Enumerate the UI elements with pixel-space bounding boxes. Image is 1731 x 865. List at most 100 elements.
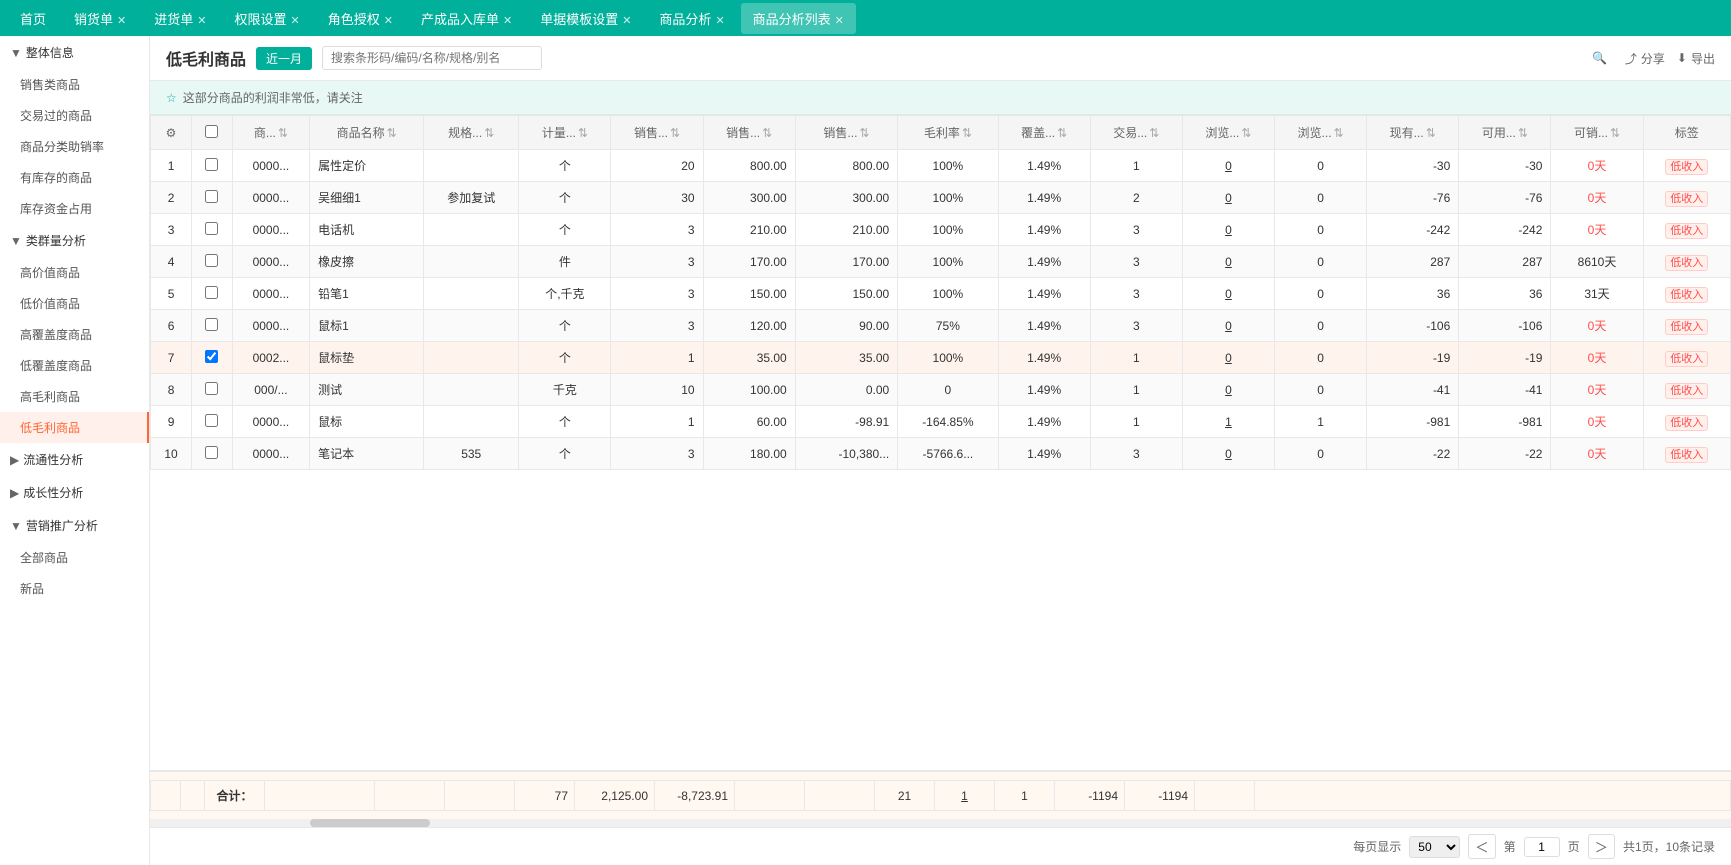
sidebar-item-high-coverage[interactable]: 高覆盖度商品 <box>0 319 149 350</box>
next-page-btn[interactable]: ＞ <box>1588 834 1615 859</box>
col-sale-amt2[interactable]: 销售...⇅ <box>795 116 897 150</box>
search-input[interactable] <box>322 46 542 70</box>
row-spec-7 <box>424 374 519 406</box>
row-checkbox-8[interactable] <box>192 406 233 438</box>
date-filter-btn[interactable]: 近一月 <box>256 47 312 70</box>
sidebar-item-capital-usage[interactable]: 库存资金占用 <box>0 193 149 224</box>
row-browse2-5: 0 <box>1275 310 1367 342</box>
col-tx-count[interactable]: 交易...⇅ <box>1090 116 1182 150</box>
row-browse1-8[interactable]: 1 <box>1182 406 1274 438</box>
share-btn[interactable]: ⤴ 分享 <box>1625 50 1665 67</box>
col-gross-rate[interactable]: 毛利率⇅ <box>898 116 998 150</box>
col-name[interactable]: 商品名称⇅ <box>310 116 424 150</box>
sidebar-item-low-coverage[interactable]: 低覆盖度商品 <box>0 350 149 381</box>
sidebar-item-all-goods[interactable]: 全部商品 <box>0 542 149 573</box>
row-browse1-5[interactable]: 0 <box>1182 310 1274 342</box>
sidebar-item-new-goods[interactable]: 新品 <box>0 573 149 604</box>
nav-roles[interactable]: 角色授权✕ <box>316 3 405 34</box>
horizontal-scrollbar[interactable] <box>150 819 1731 827</box>
row-checkbox-2[interactable] <box>192 214 233 246</box>
row-checkbox-0[interactable] <box>192 150 233 182</box>
page-size-select[interactable]: 50 20 100 <box>1409 836 1460 858</box>
row-tx-count-9: 3 <box>1090 438 1182 470</box>
col-sale-qty[interactable]: 销售...⇅ <box>611 116 703 150</box>
row-browse1-1[interactable]: 0 <box>1182 182 1274 214</box>
export-btn[interactable]: ⬇ 导出 <box>1677 50 1715 67</box>
row-browse1-2[interactable]: 0 <box>1182 214 1274 246</box>
scrollbar-thumb[interactable] <box>310 819 430 827</box>
col-tag[interactable]: 标签 <box>1643 116 1730 150</box>
sidebar-group-flow[interactable]: ▶ 流通性分析 <box>0 443 149 476</box>
sidebar-item-sales-goods[interactable]: 销售类商品 <box>0 69 149 100</box>
sidebar-item-category-rate[interactable]: 商品分类助销率 <box>0 131 149 162</box>
row-gross-rate-2: 100% <box>898 214 998 246</box>
row-checkbox-6[interactable] <box>192 342 233 374</box>
nav-product-analysis-list[interactable]: 商品分析列表✕ <box>741 3 856 34</box>
sidebar-item-traded-goods[interactable]: 交易过的商品 <box>0 100 149 131</box>
sidebar-group-marketing[interactable]: ▼ 营销推广分析 <box>0 509 149 542</box>
row-checkbox-9[interactable] <box>192 438 233 470</box>
page-header: 低毛利商品 近一月 🔍 ⤴ 分享 ⬇ 导出 <box>150 36 1731 81</box>
row-checkbox-3[interactable] <box>192 246 233 278</box>
col-unit[interactable]: 计量...⇅ <box>519 116 611 150</box>
select-all-checkbox[interactable] <box>205 125 218 138</box>
sidebar-item-low-value[interactable]: 低价值商品 <box>0 288 149 319</box>
sidebar-item-low-margin[interactable]: 低毛利商品 <box>0 412 149 443</box>
col-browse1[interactable]: 浏览...⇅ <box>1182 116 1274 150</box>
row-spec-4 <box>424 278 519 310</box>
sidebar-group-cluster[interactable]: ▼ 类群量分析 <box>0 224 149 257</box>
col-checkbox[interactable] <box>192 116 233 150</box>
sidebar-group-growth[interactable]: ▶ 成长性分析 <box>0 476 149 509</box>
col-cover-rate[interactable]: 覆盖...⇅ <box>998 116 1090 150</box>
sidebar-item-high-value[interactable]: 高价值商品 <box>0 257 149 288</box>
row-gross-rate-8: -164.85% <box>898 406 998 438</box>
row-browse1-7[interactable]: 0 <box>1182 374 1274 406</box>
sidebar-item-stocked-goods[interactable]: 有库存的商品 <box>0 162 149 193</box>
row-browse1-0[interactable]: 0 <box>1182 150 1274 182</box>
row-tx-count-4: 3 <box>1090 278 1182 310</box>
table-row: 1 <box>151 150 192 182</box>
row-checkbox-4[interactable] <box>192 278 233 310</box>
col-code[interactable]: 商...⇅ <box>232 116 310 150</box>
row-code-5: 0000... <box>232 310 310 342</box>
row-available-6: -19 <box>1459 342 1551 374</box>
sidebar-group-overview[interactable]: ▼ 整体信息 <box>0 36 149 69</box>
row-browse1-9[interactable]: 0 <box>1182 438 1274 470</box>
nav-template[interactable]: 单据模板设置✕ <box>528 3 643 34</box>
row-tag-5: 低收入 <box>1643 310 1730 342</box>
page-number-input[interactable] <box>1524 837 1560 857</box>
row-name-6: 鼠标垫 <box>310 342 424 374</box>
row-browse1-6[interactable]: 0 <box>1182 342 1274 374</box>
nav-product-analysis[interactable]: 商品分析✕ <box>647 3 736 34</box>
row-checkbox-5[interactable] <box>192 310 233 342</box>
prev-page-btn[interactable]: ＜ <box>1468 834 1495 859</box>
row-gross-rate-7: 0 <box>898 374 998 406</box>
total-info: 共1页，10条记录 <box>1623 838 1715 855</box>
col-sale-amt1[interactable]: 销售...⇅ <box>703 116 795 150</box>
data-table-container[interactable]: ⚙ 商...⇅ 商品名称⇅ 规格...⇅ 计量...⇅ 销售...⇅ 销售...… <box>150 115 1731 770</box>
nav-purchase[interactable]: 进货单✕ <box>142 3 218 34</box>
row-browse1-3[interactable]: 0 <box>1182 246 1274 278</box>
col-available[interactable]: 可用...⇅ <box>1459 116 1551 150</box>
row-checkbox-7[interactable] <box>192 374 233 406</box>
row-checkbox-1[interactable] <box>192 182 233 214</box>
footer-browse1[interactable]: 1 <box>935 781 995 811</box>
row-gross-rate-4: 100% <box>898 278 998 310</box>
nav-permissions[interactable]: 权限设置✕ <box>222 3 311 34</box>
nav-product-entry[interactable]: 产成品入库单✕ <box>409 3 524 34</box>
col-browse2[interactable]: 浏览...⇅ <box>1275 116 1367 150</box>
data-table: ⚙ 商...⇅ 商品名称⇅ 规格...⇅ 计量...⇅ 销售...⇅ 销售...… <box>150 115 1731 470</box>
row-browse1-4[interactable]: 0 <box>1182 278 1274 310</box>
nav-home[interactable]: 首页 <box>8 3 58 34</box>
col-spec[interactable]: 规格...⇅ <box>424 116 519 150</box>
search-icon[interactable]: 🔍 <box>1592 51 1607 65</box>
nav-sales[interactable]: 销货单✕ <box>62 3 138 34</box>
row-code-6: 0002... <box>232 342 310 374</box>
col-settings[interactable]: ⚙ <box>151 116 192 150</box>
sidebar-item-high-margin[interactable]: 高毛利商品 <box>0 381 149 412</box>
row-name-2: 电话机 <box>310 214 424 246</box>
col-saleable[interactable]: 可销...⇅ <box>1551 116 1643 150</box>
row-sale-qty-6: 1 <box>611 342 703 374</box>
row-saleable-6: 0天 <box>1551 342 1643 374</box>
col-stock[interactable]: 现有...⇅ <box>1367 116 1459 150</box>
